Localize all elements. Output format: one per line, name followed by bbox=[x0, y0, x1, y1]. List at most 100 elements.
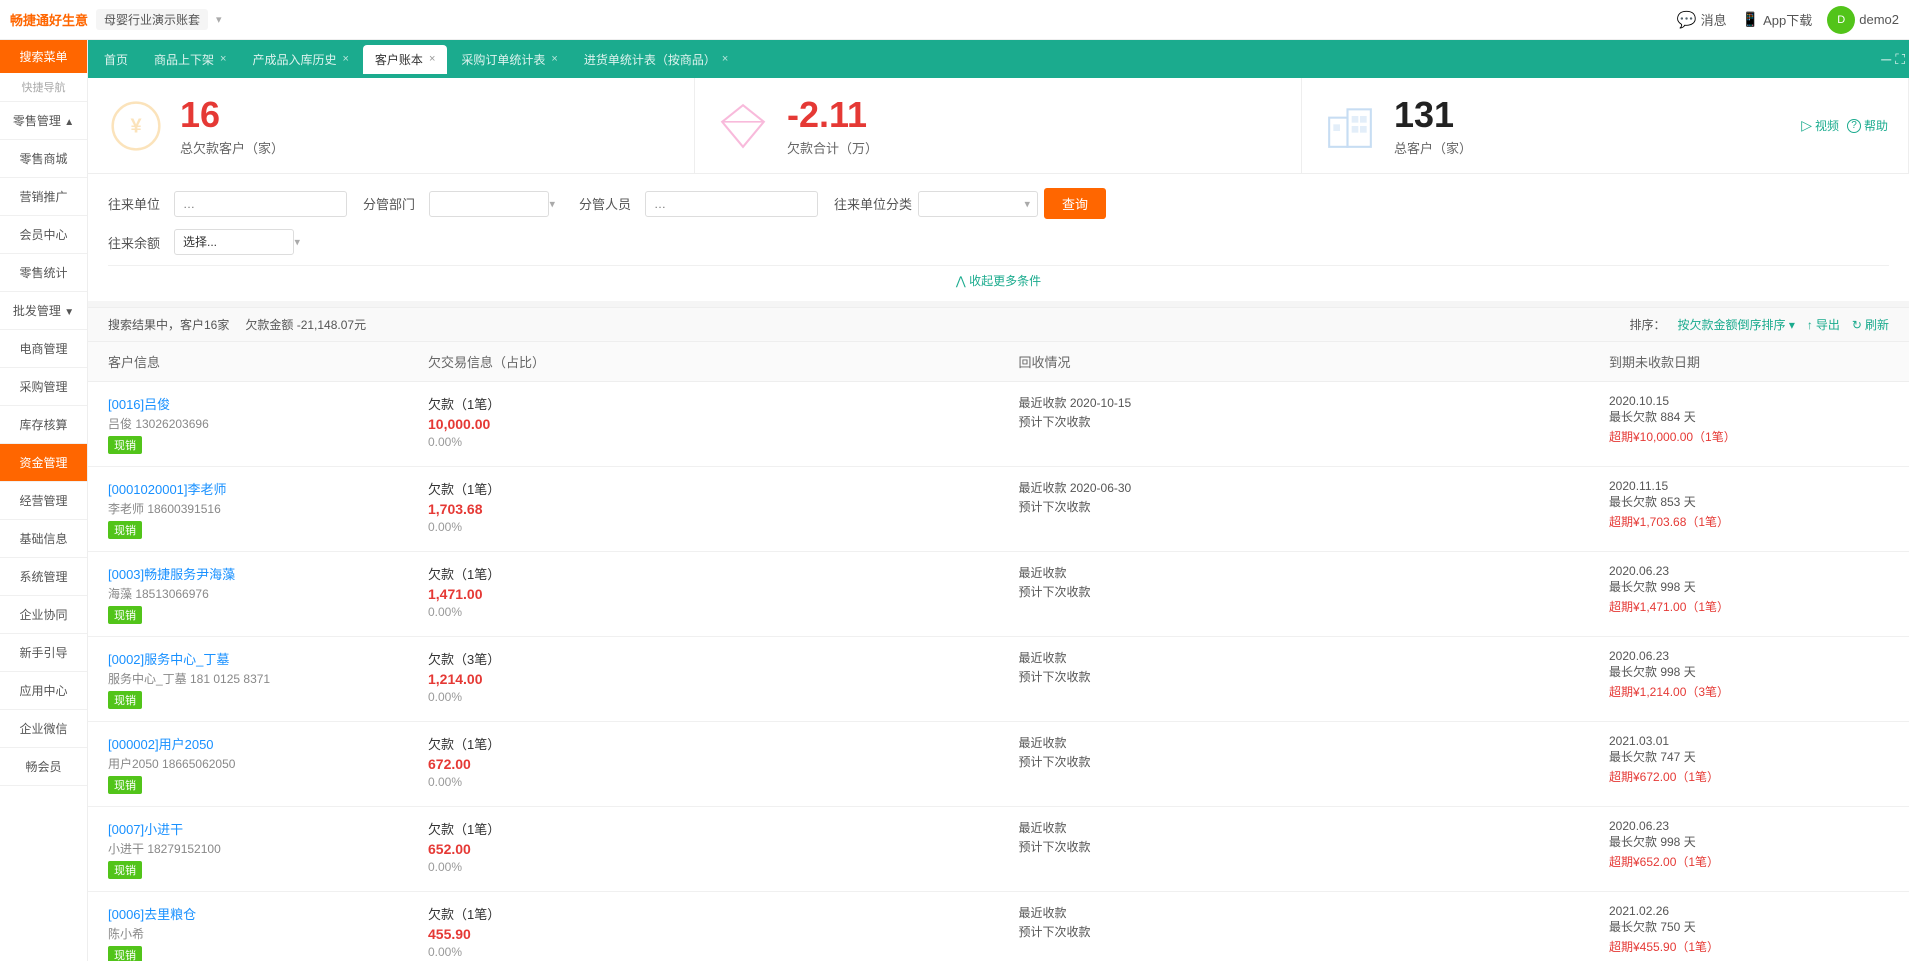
debt-percent-0016: 0.00% bbox=[428, 435, 1019, 449]
tab-incoming-stats[interactable]: 进货单统计表（按商品） × bbox=[572, 45, 740, 74]
sidebar-item-marketing[interactable]: 营销推广 bbox=[0, 178, 87, 216]
sidebar-item-retail-mall[interactable]: 零售商城 bbox=[0, 140, 87, 178]
sidebar-item-batch-mgmt[interactable]: 批发管理 ▼ bbox=[0, 292, 87, 330]
next-collect-qu: 预计下次收款 bbox=[1019, 923, 1610, 940]
payback-qu: 最近收款 预计下次收款 bbox=[1019, 904, 1610, 940]
customer-tag-ding: 现销 bbox=[108, 691, 142, 709]
total-customers-label: 总客户（家） bbox=[1394, 138, 1472, 157]
app-download-label: App下载 bbox=[1763, 10, 1812, 29]
tab-purchase-stats-close[interactable]: × bbox=[551, 53, 557, 65]
balance-select[interactable]: 选择... bbox=[174, 229, 294, 255]
tab-product-history-close[interactable]: × bbox=[342, 53, 348, 65]
sidebar-item-business[interactable]: 经营管理 bbox=[0, 482, 87, 520]
collapse-bar[interactable]: ⋀ 收起更多条件 bbox=[108, 265, 1889, 295]
customer-name-li[interactable]: [0001020001]李老师 bbox=[108, 479, 428, 498]
export-btn[interactable]: ↑ 导出 bbox=[1807, 316, 1840, 333]
overdue-amount-xiao[interactable]: 超期¥652.00（1笔） bbox=[1609, 853, 1889, 870]
yuan-icon: ¥ bbox=[108, 98, 164, 154]
video-btn[interactable]: ▷ 视频 bbox=[1801, 117, 1839, 134]
results-debt-total: 欠款金额 -21,148.07元 bbox=[245, 316, 366, 333]
sidebar-item-wechat[interactable]: 企业微信 bbox=[0, 710, 87, 748]
sidebar-item-finance[interactable]: 资金管理 bbox=[0, 444, 87, 482]
supplier-input[interactable] bbox=[174, 191, 347, 217]
tab-home-label: 首页 bbox=[104, 51, 128, 68]
tab-customer-account[interactable]: 客户账本 × bbox=[363, 45, 447, 74]
search-button[interactable]: 查询 bbox=[1044, 188, 1106, 219]
refresh-btn[interactable]: ↻ 刷新 bbox=[1852, 316, 1889, 333]
sidebar-item-system[interactable]: 系统管理 bbox=[0, 558, 87, 596]
user-menu[interactable]: D demo2 bbox=[1827, 6, 1899, 34]
results-bar: 搜索结果中，客户16家 欠款金额 -21,148.07元 排序： 按欠款金额倒序… bbox=[88, 307, 1909, 342]
data-table: 客户信息 欠交易信息（占比） 回收情况 到期未收款日期 [0016]吕俊 吕俊 … bbox=[88, 342, 1909, 961]
sidebar-item-newbie[interactable]: 新手引导 bbox=[0, 634, 87, 672]
tab-goods-status[interactable]: 商品上下架 × bbox=[142, 45, 238, 74]
sidebar-item-app-center[interactable]: 应用中心 bbox=[0, 672, 87, 710]
sidebar-item-retail-mgmt[interactable]: 零售管理 ▲ bbox=[0, 102, 87, 140]
customer-tag-li: 现销 bbox=[108, 521, 142, 539]
tab-product-history[interactable]: 产成品入库历史 × bbox=[240, 45, 360, 74]
sidebar-item-inventory[interactable]: 库存核算 bbox=[0, 406, 87, 444]
app-download-btn[interactable]: 📱 App下载 bbox=[1742, 10, 1813, 29]
store-name[interactable]: 母婴行业演示账套 bbox=[96, 9, 208, 30]
tab-minimize-icon[interactable]: ─ bbox=[1881, 51, 1891, 68]
sidebar-item-ecommerce[interactable]: 电商管理 bbox=[0, 330, 87, 368]
tab-purchase-stats[interactable]: 采购订单统计表 × bbox=[449, 45, 569, 74]
customer-name-qu[interactable]: [0006]去里粮仓 bbox=[108, 904, 428, 923]
sidebar-item-purchase[interactable]: 采购管理 bbox=[0, 368, 87, 406]
debt-info-0016: 欠款（1笔） 10,000.00 0.00% bbox=[428, 394, 1019, 449]
payback-ding: 最近收款 预计下次收款 bbox=[1019, 649, 1610, 685]
overdue-amount-li[interactable]: 超期¥1,703.68（1笔） bbox=[1609, 513, 1889, 530]
sort-select[interactable]: 按欠款金额倒序排序 ▾ bbox=[1678, 316, 1795, 333]
overdue-amount-yin[interactable]: 超期¥1,471.00（1笔） bbox=[1609, 598, 1889, 615]
customer-name-ding[interactable]: [0002]服务中心_丁墓 bbox=[108, 649, 428, 668]
overdue-amount-qu[interactable]: 超期¥455.90（1笔） bbox=[1609, 938, 1889, 955]
debt-amount-qu: 455.90 bbox=[428, 926, 1019, 942]
refresh-icon: ↻ bbox=[1852, 318, 1862, 332]
sidebar-item-member[interactable]: 会员中心 bbox=[0, 216, 87, 254]
tab-incoming-stats-close[interactable]: × bbox=[722, 53, 728, 65]
sidebar-item-corp[interactable]: 企业协同 bbox=[0, 596, 87, 634]
tab-customer-account-close[interactable]: × bbox=[429, 53, 435, 65]
sidebar-item-retail-stats[interactable]: 零售统计 bbox=[0, 254, 87, 292]
tab-home[interactable]: 首页 bbox=[92, 45, 140, 74]
sidebar-item-vip[interactable]: 畅会员 bbox=[0, 748, 87, 786]
col-payback: 回收情况 bbox=[1019, 352, 1610, 371]
store-arrow-icon[interactable]: ▾ bbox=[216, 13, 222, 26]
filter-row-2: 往来余额 选择... bbox=[108, 229, 1889, 255]
tab-maximize-icon[interactable]: ⛶ bbox=[1895, 51, 1905, 68]
message-btn[interactable]: 💬 消息 bbox=[1677, 10, 1727, 30]
video-label: 视频 bbox=[1815, 117, 1839, 134]
debt-percent-xiao: 0.00% bbox=[428, 860, 1019, 874]
app-body: 搜索菜单 快捷导航 零售管理 ▲ 零售商城 营销推广 会员中心 零售统计 批发管… bbox=[0, 40, 1909, 961]
table-row: [0001020001]李老师 李老师 18600391516 现销 欠款（1笔… bbox=[88, 467, 1909, 552]
results-info: 搜索结果中，客户16家 欠款金额 -21,148.07元 bbox=[108, 316, 366, 333]
person-input[interactable] bbox=[645, 191, 818, 217]
customer-name-0016[interactable]: [0016]吕俊 bbox=[108, 394, 428, 413]
help-btn[interactable]: ? 帮助 bbox=[1847, 117, 1888, 134]
table-row: [0002]服务中心_丁墓 服务中心_丁墓 181 0125 8371 现销 欠… bbox=[88, 637, 1909, 722]
dept-select[interactable] bbox=[429, 191, 549, 217]
table-row: [000002]用户2050 用户2050 18665062050 现销 欠款（… bbox=[88, 722, 1909, 807]
overdue-amount-info: -2.11 欠款合计（万） bbox=[787, 94, 878, 157]
filter-supplier-label: 往来单位 bbox=[108, 194, 168, 213]
customer-name-xiao[interactable]: [0007]小进干 bbox=[108, 819, 428, 838]
app-header: 畅捷通好生意 母婴行业演示账套 ▾ 💬 消息 📱 App下载 D demo2 bbox=[0, 0, 1909, 40]
debt-percent-yin: 0.00% bbox=[428, 605, 1019, 619]
debt-amount-li: 1,703.68 bbox=[428, 501, 1019, 517]
overdue-amount-yonghu[interactable]: 超期¥672.00（1笔） bbox=[1609, 768, 1889, 785]
customer-tag-yonghu: 现销 bbox=[108, 776, 142, 794]
total-customers-info: 131 总客户（家） bbox=[1394, 94, 1472, 157]
export-label: 导出 bbox=[1816, 316, 1840, 333]
sidebar-search[interactable]: 搜索菜单 bbox=[0, 40, 87, 73]
overdue-amount-0016[interactable]: 超期¥10,000.00（1笔） bbox=[1609, 428, 1889, 445]
category-select[interactable] bbox=[918, 191, 1038, 217]
debt-percent-qu: 0.00% bbox=[428, 945, 1019, 959]
overdue-amount-ding[interactable]: 超期¥1,214.00（3笔） bbox=[1609, 683, 1889, 700]
tab-goods-status-close[interactable]: × bbox=[220, 53, 226, 65]
customer-name-yin[interactable]: [0003]畅捷服务尹海藻 bbox=[108, 564, 428, 583]
sidebar-item-basic-info[interactable]: 基础信息 bbox=[0, 520, 87, 558]
avatar: D bbox=[1827, 6, 1855, 34]
table-header: 客户信息 欠交易信息（占比） 回收情况 到期未收款日期 bbox=[88, 342, 1909, 382]
message-label: 消息 bbox=[1701, 10, 1727, 29]
customer-name-yonghu[interactable]: [000002]用户2050 bbox=[108, 734, 428, 753]
